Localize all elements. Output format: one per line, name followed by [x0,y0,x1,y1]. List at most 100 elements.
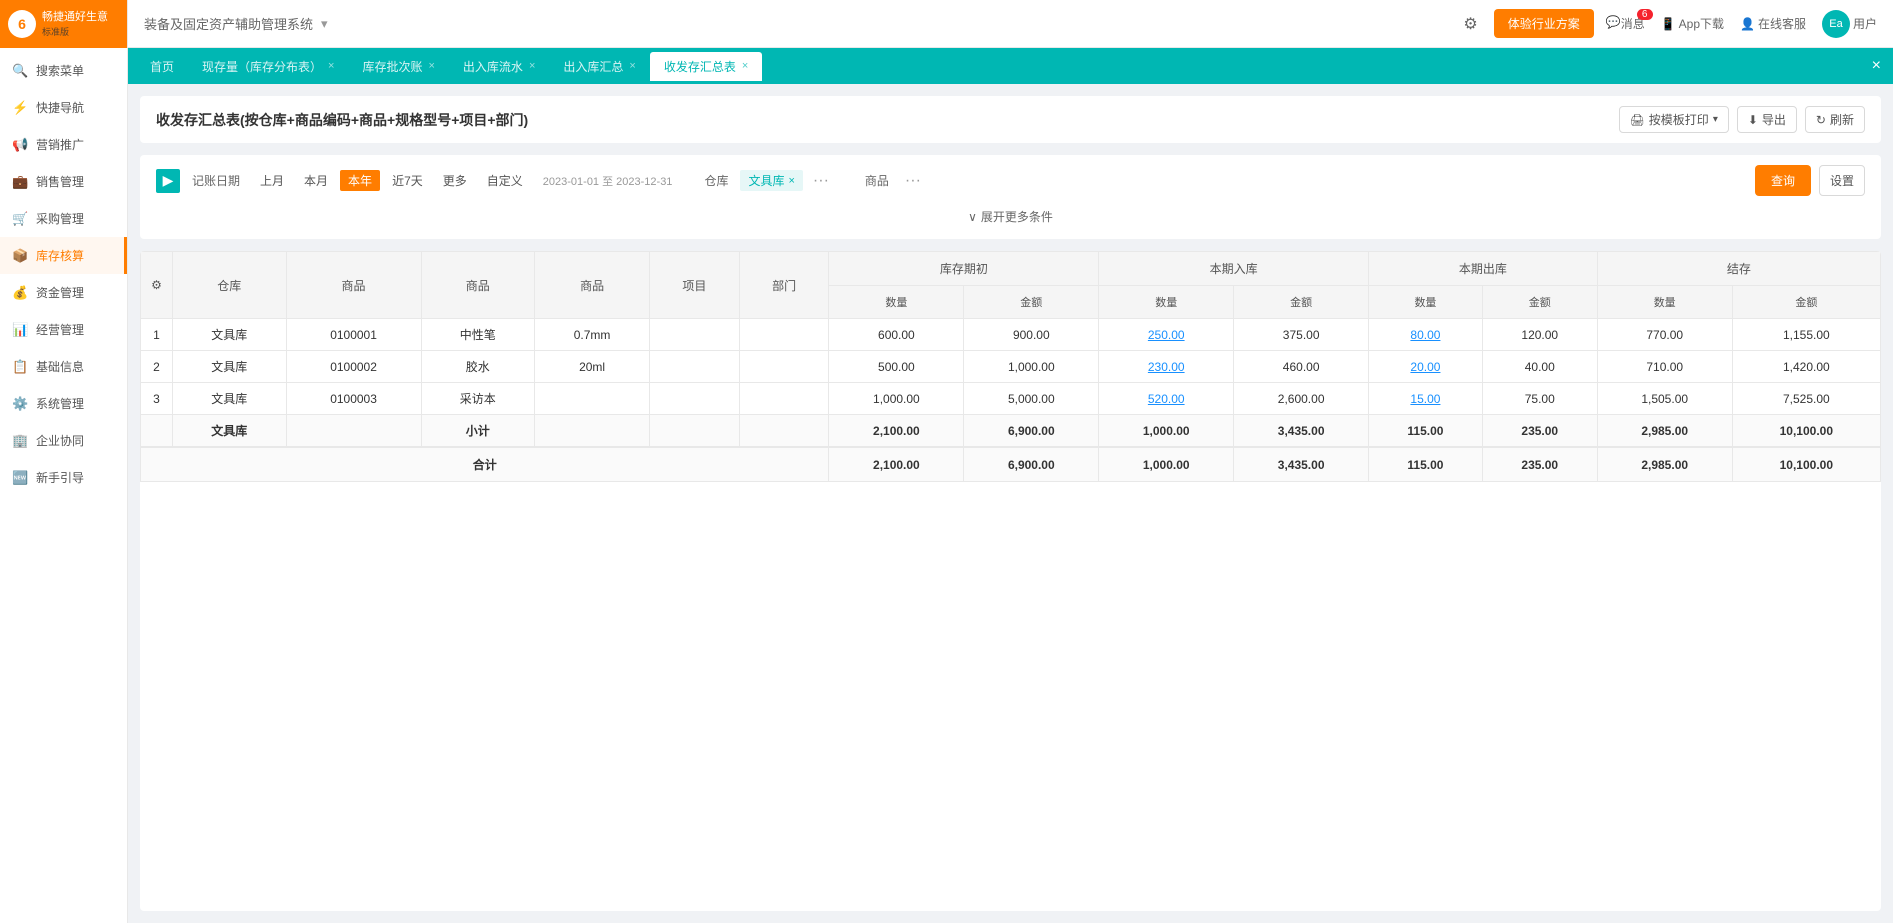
row-warehouse: 文具库 [173,351,287,383]
out-qty-link-0[interactable]: 80.00 [1410,328,1440,342]
row-code: 0100002 [286,351,421,383]
sidebar-item-finance[interactable]: 💰资金管理 [0,274,127,311]
gear-button[interactable]: ⚙ [1463,14,1477,34]
row-no [141,415,173,448]
logo-sub: 标准版 [42,25,108,38]
in-qty-link-2[interactable]: 520.00 [1148,392,1185,406]
tab-close-summary[interactable]: × [629,60,635,72]
sidebar-item-sales[interactable]: 💼销售管理 [0,163,127,200]
tab-batch[interactable]: 库存批次账 × [348,52,448,81]
warehouse-filter: 文具库 × ··· [740,170,832,191]
row-bal-amt: 7,525.00 [1732,383,1880,415]
tab-home[interactable]: 首页 [136,52,188,81]
row-out-qty[interactable]: 15.00 [1369,383,1483,415]
warehouse-label: 仓库 [704,172,728,189]
row-in-qty[interactable]: 250.00 [1099,319,1234,351]
out-qty-link-1[interactable]: 20.00 [1410,360,1440,374]
row-out-qty: 115.00 [1369,415,1483,448]
close-all-tabs[interactable]: × [1868,53,1885,79]
out-qty-link-2[interactable]: 15.00 [1410,392,1440,406]
row-in-qty[interactable]: 230.00 [1099,351,1234,383]
row-bal-qty: 710.00 [1597,351,1732,383]
sidebar-label-purchase: 采购管理 [36,210,84,227]
goods-more[interactable]: ··· [901,172,925,190]
row-dept [739,319,829,351]
tab-close-flow[interactable]: × [529,60,535,72]
in-qty-header: 数量 [1099,286,1234,319]
sidebar-item-quick[interactable]: ⚡快捷导航 [0,89,127,126]
tab-flow[interactable]: 出入库流水 × [449,52,549,81]
tab-stock[interactable]: 现存量（库存分布表） × [188,52,348,81]
col-balance-header: 结存 [1597,252,1880,286]
in-qty-link-0[interactable]: 250.00 [1148,328,1185,342]
row-name: 中性笔 [421,319,535,351]
row-in-qty[interactable]: 520.00 [1099,383,1234,415]
date-options: 上月本月本年近7天更多自定义 [252,170,531,191]
message-badge-wrap[interactable]: 💬 6 消息 [1606,15,1645,32]
tab-label-flow: 出入库流水 [463,58,523,75]
date-option-1[interactable]: 本月 [296,170,336,191]
page-actions: 🖨 按模板打印 ▾ ⬇ 导出 ↻ 刷新 [1619,106,1865,133]
sidebar-item-guide[interactable]: 🆕新手引导 [0,459,127,496]
tab-receipt[interactable]: 收发存汇总表× [650,52,762,81]
expand-label: 展开更多条件 [981,208,1053,225]
date-option-5[interactable]: 自定义 [479,170,531,191]
row-project [650,319,740,351]
settings-button[interactable]: 设置 [1819,165,1865,196]
print-icon: 🖨 [1630,113,1645,127]
app-download[interactable]: 📱 App下载 [1661,15,1724,32]
sidebar-label-sales: 销售管理 [36,173,84,190]
in-qty-link-1[interactable]: 230.00 [1148,360,1185,374]
tab-label-batch: 库存批次账 [362,58,422,75]
row-open-qty: 600.00 [829,319,964,351]
user-menu[interactable]: Ea 用户 [1822,10,1877,38]
col-settings[interactable]: ⚙ [141,252,173,319]
experience-button[interactable]: 体验行业方案 [1494,9,1594,38]
export-icon: ⬇ [1748,113,1758,127]
sidebar-item-enterprise[interactable]: 🏢企业协同 [0,422,127,459]
topbar-dropdown-icon[interactable]: ▾ [321,16,328,32]
warehouse-more[interactable]: ··· [809,172,833,190]
sidebar-item-purchase[interactable]: 🛒采购管理 [0,200,127,237]
query-button[interactable]: 查询 [1755,165,1811,196]
tab-close-batch[interactable]: × [428,60,434,72]
date-option-2[interactable]: 本年 [340,170,380,191]
sidebar-item-business[interactable]: 📊经营管理 [0,311,127,348]
sidebar-item-basic[interactable]: 📋基础信息 [0,348,127,385]
export-button[interactable]: ⬇ 导出 [1737,106,1797,133]
expand-more-button[interactable]: ∨ 展开更多条件 [964,204,1057,229]
footer-in-amt: 3,435.00 [1234,447,1369,482]
sidebar-item-inventory[interactable]: 📦库存核算 [0,237,127,274]
sidebar-item-search[interactable]: 🔍搜索菜单 [0,52,127,89]
print-template-button[interactable]: 🖨 按模板打印 ▾ [1619,106,1729,133]
table-row: 3 文具库 0100003 采访本 1,000.00 5,000.00 520.… [141,383,1881,415]
sidebar-item-marketing[interactable]: 📢营销推广 [0,126,127,163]
print-label: 按模板打印 [1649,111,1709,128]
sidebar-item-system[interactable]: ⚙️系统管理 [0,385,127,422]
row-bal-amt: 10,100.00 [1732,415,1880,448]
date-option-4[interactable]: 更多 [435,170,475,191]
tab-close-receipt[interactable]: × [742,60,748,72]
row-open-qty: 500.00 [829,351,964,383]
sidebar-label-enterprise: 企业协同 [36,432,84,449]
footer-bal-qty: 2,985.00 [1597,447,1732,482]
online-service[interactable]: 👤 在线客服 [1740,15,1806,32]
row-in-amt: 2,600.00 [1234,383,1369,415]
row-warehouse: 文具库 [173,383,287,415]
col-dept-header: 部门 [739,252,829,319]
tab-close-stock[interactable]: × [328,60,334,72]
filter-expand-button[interactable]: ▶ [156,169,180,193]
tab-summary[interactable]: 出入库汇总× [549,52,649,81]
row-out-qty[interactable]: 20.00 [1369,351,1483,383]
date-option-3[interactable]: 近7天 [384,170,431,191]
refresh-button[interactable]: ↻ 刷新 [1805,106,1865,133]
logo-icon: 6 [8,10,36,38]
row-bal-qty: 770.00 [1597,319,1732,351]
row-out-qty[interactable]: 80.00 [1369,319,1483,351]
sidebar-label-system: 系统管理 [36,395,84,412]
row-open-amt: 1,000.00 [964,351,1099,383]
tab-label-stock: 现存量（库存分布表） [202,58,322,75]
col-project-header: 项目 [650,252,740,319]
warehouse-tag-close[interactable]: × [788,175,794,187]
date-option-0[interactable]: 上月 [252,170,292,191]
